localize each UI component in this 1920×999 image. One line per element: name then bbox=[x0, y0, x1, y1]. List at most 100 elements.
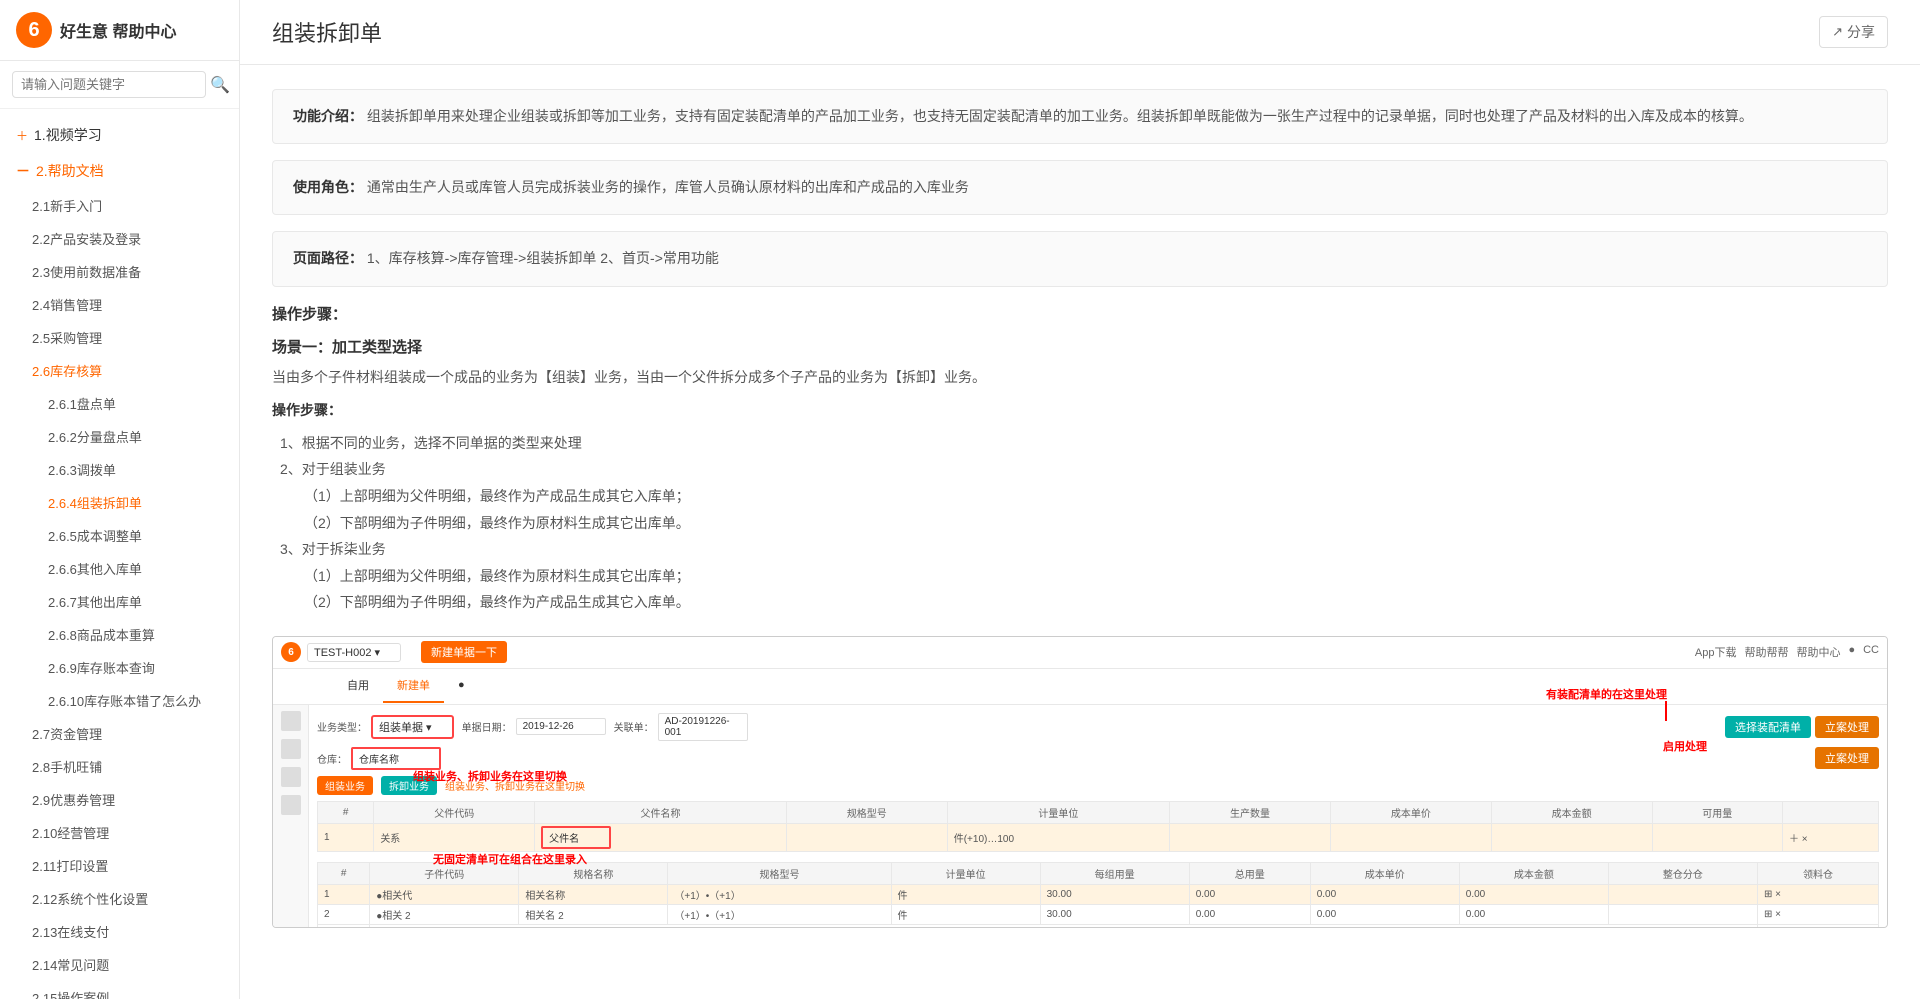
mock-th-cost-amt: 成本金额 bbox=[1491, 801, 1652, 823]
mock-disassembly-badge: 拆卸业务 bbox=[381, 776, 437, 795]
sidebar: 6 好生意 帮助中心 🔍 ＋ 1.视频学习 － 2.帮助文档 2.1新手入门 2… bbox=[0, 0, 240, 999]
sidebar-item-other-in[interactable]: 2.6.6其他入库单 bbox=[0, 552, 239, 585]
sidebar-item-finance[interactable]: 2.7资金管理 bbox=[0, 717, 239, 750]
mock-bth-unit: 计量单位 bbox=[891, 862, 1040, 884]
sidebar-item-prepare[interactable]: 2.3使用前数据准备 bbox=[0, 255, 239, 288]
mock-btd-wh1 bbox=[1608, 884, 1757, 904]
table-row: 2 ●相关 2 相关名 2 （+1）•（+1） 件 30.00 0.00 0.0… bbox=[318, 904, 1879, 924]
mock-th-part-name: 父件名称 bbox=[535, 801, 787, 823]
mock-btd-spec1: （+1）•（+1） bbox=[668, 884, 891, 904]
mock-date-label: 单据日期： bbox=[462, 719, 512, 734]
mock-btd-unit2: 件 bbox=[891, 904, 1040, 924]
sidebar-item-install[interactable]: 2.2产品安装及登录 bbox=[0, 222, 239, 255]
sidebar-item-operation[interactable]: 2.10经营管理 bbox=[0, 816, 239, 849]
sidebar-item-cost-adjust[interactable]: 2.6.5成本调整单 bbox=[0, 519, 239, 552]
mock-bth-per-qty: 每组用量 bbox=[1040, 862, 1189, 884]
mock-topbar: 6 TEST-H002 ▾ 新建单据一下 App下载 帮助帮帮 帮助中心 ● C… bbox=[273, 637, 1887, 669]
mock-form-area: 业务类型： 组装单据 ▾ 单据日期： 2019-12-26 关联单： AD-20… bbox=[309, 705, 1887, 927]
sidebar-item-stock-check[interactable]: 2.6.9库存账本查询 bbox=[0, 651, 239, 684]
logo-icon: 6 bbox=[16, 12, 52, 48]
scene1-desc: 当由多个子件材料组装成一个成品的业务为【组装】业务，当由一个父件拆分成多个子产品… bbox=[272, 365, 1888, 390]
mock-bth-warehouse: 整仓分仓 bbox=[1608, 862, 1757, 884]
sidebar-item-other-out[interactable]: 2.6.7其他出库单 bbox=[0, 585, 239, 618]
mock-form-row2: 仓库： 仓库名称 立案处理 bbox=[317, 747, 1879, 770]
sidebar-item-cases[interactable]: 2.15操作案例 bbox=[0, 981, 239, 999]
mock-btd-cp2: 0.00 bbox=[1310, 904, 1459, 924]
search-box: 🔍 bbox=[0, 61, 239, 109]
sidebar-item-newcomer[interactable]: 2.1新手入门 bbox=[0, 189, 239, 222]
mock-side-icon-3 bbox=[281, 767, 301, 787]
mock-th-part-code: 父件代码 bbox=[374, 801, 535, 823]
path-text: 1、库存核算->库存管理->组装拆卸单 2、首页->常用功能 bbox=[367, 250, 719, 266]
sidebar-item-coupon[interactable]: 2.9优惠券管理 bbox=[0, 783, 239, 816]
sidebar-item-videos[interactable]: ＋ 1.视频学习 bbox=[0, 117, 239, 153]
sidebar-item-purchase[interactable]: 2.5采购管理 bbox=[0, 321, 239, 354]
sidebar-item-inventory[interactable]: 2.6库存核算 bbox=[0, 354, 239, 387]
mock-assoc-input: AD-20191226-001 bbox=[658, 713, 748, 741]
share-button[interactable]: ↗ 分享 bbox=[1819, 16, 1888, 48]
sidebar-item-account-err[interactable]: 2.6.10库存账本错了怎么办 bbox=[0, 684, 239, 717]
mock-app: 6 TEST-H002 ▾ 新建单据一下 App下载 帮助帮帮 帮助中心 ● C… bbox=[273, 637, 1887, 927]
mock-top-table: # 父件代码 父件名称 规格型号 计量单位 生产数量 成本单价 成本金额 可用量 bbox=[317, 801, 1879, 852]
role-label: 使用角色： bbox=[293, 179, 363, 195]
mock-user-name: CC bbox=[1863, 644, 1879, 660]
mock-td-spec bbox=[786, 823, 947, 851]
ops-steps-title: 操作步骤： bbox=[272, 303, 1888, 324]
mock-bth-cost-amt: 成本金额 bbox=[1459, 862, 1608, 884]
sidebar-item-online-pay[interactable]: 2.13在线支付 bbox=[0, 915, 239, 948]
sidebar-item-sales[interactable]: 2.4销售管理 bbox=[0, 288, 239, 321]
mock-help-icon: 帮助帮帮 bbox=[1744, 644, 1788, 660]
step3-sub1: （1）上部明细为父件明细，最终作为原材料生成其它出库单； bbox=[304, 563, 1888, 590]
sidebar-item-cost-recalc[interactable]: 2.6.8商品成本重算 bbox=[0, 618, 239, 651]
mock-btd-ca1: 0.00 bbox=[1459, 884, 1608, 904]
mock-th-spec: 规格型号 bbox=[786, 801, 947, 823]
step3: 3、对于拆柒业务 bbox=[280, 536, 1888, 563]
content-body: 功能介绍： 组装拆卸单用来处理企业组装或拆卸等加工业务，支持有固定装配清单的产品… bbox=[240, 65, 1920, 999]
mock-badge-row: 组装业务 拆卸业务 组装业务、拆卸业务在这里切换 bbox=[317, 776, 1879, 795]
mock-td-unit: 件(+10)…100 bbox=[947, 823, 1169, 851]
mock-tab-home: 自用 bbox=[333, 669, 383, 703]
mock-btd-code2: ●相关 2 bbox=[370, 904, 519, 924]
mock-date-field: 单据日期： 2019-12-26 bbox=[462, 718, 606, 735]
sidebar-item-print[interactable]: 2.11打印设置 bbox=[0, 849, 239, 882]
mock-btd-pq1: 30.00 bbox=[1040, 884, 1189, 904]
mock-nav-tabs: 自用 新建单 ● bbox=[273, 669, 1887, 705]
path-label: 页面路径： bbox=[293, 250, 363, 266]
mock-btd-empty3 bbox=[370, 924, 1758, 927]
mock-btd-pq2: 30.00 bbox=[1040, 904, 1189, 924]
step2: 2、对于组装业务 bbox=[280, 456, 1888, 483]
mock-btd-wh2 bbox=[1608, 904, 1757, 924]
mock-assoc-field: 关联单： AD-20191226-001 bbox=[614, 713, 748, 741]
mock-td-avail bbox=[1652, 823, 1782, 851]
mock-btd-unit1: 件 bbox=[891, 884, 1040, 904]
mock-bottom-table: # 子件代码 规格名称 规格型号 计量单位 每组用量 总用量 成本单价 成本金额 bbox=[317, 862, 1879, 927]
sidebar-item-system-config[interactable]: 2.12系统个性化设置 bbox=[0, 882, 239, 915]
mock-type-field: 业务类型： 组装单据 ▾ bbox=[317, 715, 454, 739]
search-button[interactable]: 🔍 bbox=[210, 75, 230, 95]
mock-app-download: App下载 bbox=[1695, 644, 1737, 660]
screenshot-container: 6 TEST-H002 ▾ 新建单据一下 App下载 帮助帮帮 帮助中心 ● C… bbox=[272, 636, 1888, 928]
search-input[interactable] bbox=[12, 71, 206, 98]
sidebar-item-assembly[interactable]: 2.6.4组装拆卸单 bbox=[0, 486, 239, 519]
mock-side-icon-1 bbox=[281, 711, 301, 731]
mock-warehouse-field: 仓库： 仓库名称 bbox=[317, 747, 441, 770]
mock-form-row1: 业务类型： 组装单据 ▾ 单据日期： 2019-12-26 关联单： AD-20… bbox=[317, 713, 1879, 741]
sidebar-item-mobile[interactable]: 2.8手机旺铺 bbox=[0, 750, 239, 783]
mock-bth-spec: 规格型号 bbox=[668, 862, 891, 884]
sidebar-item-split-stock[interactable]: 2.6.2分量盘点单 bbox=[0, 420, 239, 453]
share-icon: ↗ bbox=[1832, 24, 1843, 40]
mock-th-action bbox=[1782, 801, 1878, 823]
mock-sidebar-icons bbox=[273, 705, 309, 927]
sidebar-item-adjust[interactable]: 2.6.3调拨单 bbox=[0, 453, 239, 486]
mock-warehouse-label: 仓库： bbox=[317, 751, 347, 766]
mock-bth-sub-code: 子件代码 bbox=[370, 862, 519, 884]
mock-btd-num1: 1 bbox=[318, 884, 370, 904]
table-row: 1 ●相关代 相关名称 （+1）•（+1） 件 30.00 0.00 0.00 bbox=[318, 884, 1879, 904]
sidebar-item-docs[interactable]: － 2.帮助文档 bbox=[0, 153, 239, 189]
content-header: 组装拆卸单 ↗ 分享 bbox=[240, 0, 1920, 65]
mock-btd-lh2: ⊞ × bbox=[1757, 904, 1878, 924]
sidebar-item-stocktake[interactable]: 2.6.1盘点单 bbox=[0, 387, 239, 420]
sidebar-item-faq[interactable]: 2.14常见问题 bbox=[0, 948, 239, 981]
mock-body: 业务类型： 组装单据 ▾ 单据日期： 2019-12-26 关联单： AD-20… bbox=[273, 705, 1887, 927]
step2-sub2: （2）下部明细为子件明细，最终作为原材料生成其它出库单。 bbox=[304, 510, 1888, 537]
